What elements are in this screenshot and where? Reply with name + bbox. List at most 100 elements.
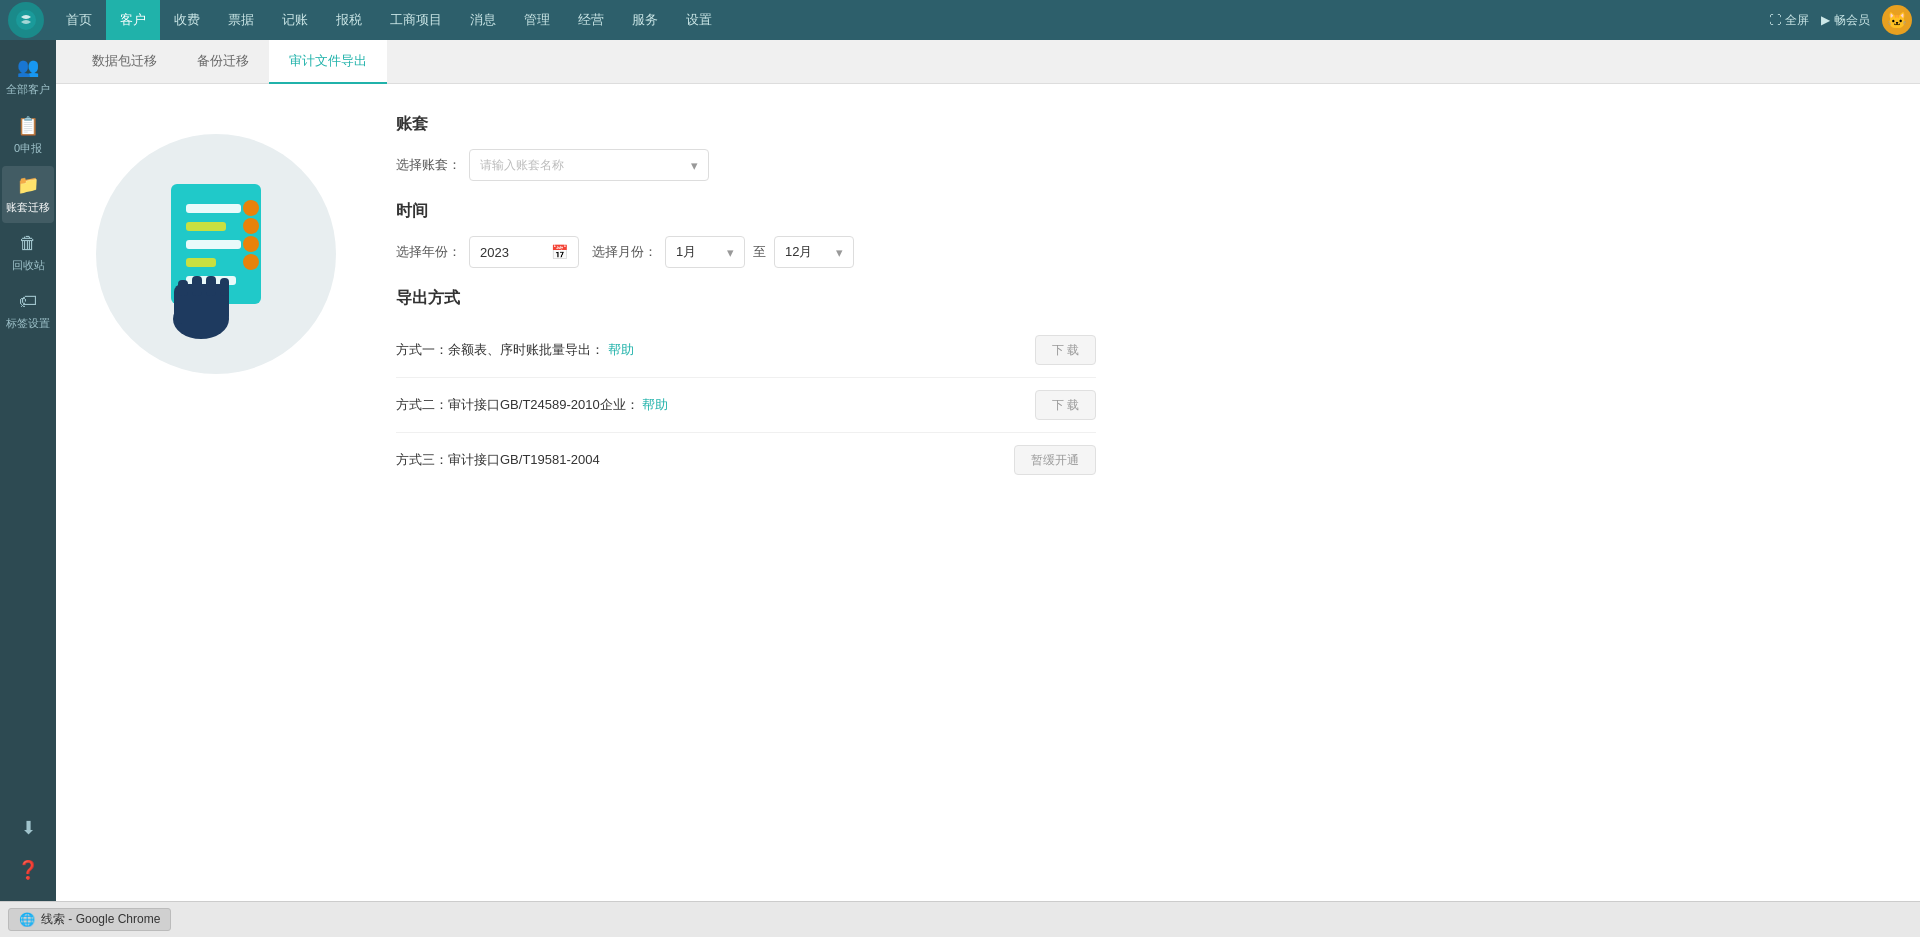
method2-download-button[interactable]: 下 载: [1035, 390, 1096, 420]
year-input[interactable]: 2023 📅: [469, 236, 579, 268]
sidebar-item-tags[interactable]: 🏷 标签设置: [2, 283, 54, 339]
tab-bar: 数据包迁移 备份迁移 审计文件导出: [56, 40, 1920, 84]
export-method-2: 方式二：审计接口GB/T24589-2010企业： 帮助 下 载: [396, 378, 1096, 433]
taskbar-chrome-label: 线索 - Google Chrome: [41, 911, 160, 928]
method1-help-link[interactable]: 帮助: [608, 342, 634, 357]
method1-download-button[interactable]: 下 载: [1035, 335, 1096, 365]
sidebar-recycle-label: 回收站: [12, 258, 45, 273]
app-logo: [8, 2, 44, 38]
nav-bookkeeping[interactable]: 记账: [268, 0, 322, 40]
to-separator: 至: [753, 243, 766, 261]
month-label: 选择月份：: [587, 243, 657, 261]
method2-help-link[interactable]: 帮助: [642, 397, 668, 412]
nav-customer[interactable]: 客户: [106, 0, 160, 40]
sidebar-tags-label: 标签设置: [6, 316, 50, 331]
sidebar-all-customers-label: 全部客户: [6, 82, 50, 97]
svg-point-8: [243, 218, 259, 234]
nav-home[interactable]: 首页: [52, 0, 106, 40]
customers-icon: 👥: [17, 56, 39, 78]
declare-icon: 📋: [17, 115, 39, 137]
account-form-row: 选择账套： 请输入账套名称 ▾: [396, 149, 1096, 181]
year-label: 选择年份：: [396, 243, 461, 261]
month-start-value: 1月: [676, 243, 696, 261]
account-label: 选择账套：: [396, 156, 461, 174]
tags-icon: 🏷: [19, 291, 37, 312]
fullscreen-button[interactable]: ⛶ 全屏: [1769, 12, 1809, 29]
export-method-1: 方式一：余额表、序时账批量导出： 帮助 下 载: [396, 323, 1096, 378]
nav-operate[interactable]: 经营: [564, 0, 618, 40]
illustration-area: [96, 114, 336, 871]
svg-rect-16: [220, 278, 229, 296]
taskbar: 🌐 线索 - Google Chrome: [0, 901, 1920, 937]
method1-text: 方式一：余额表、序时账批量导出： 帮助: [396, 341, 1035, 359]
page-content: 账套 选择账套： 请输入账套名称 ▾ 时间 选择年份： 2023 📅: [56, 84, 1920, 901]
export-section-title: 导出方式: [396, 288, 1096, 309]
method3-text: 方式三：审计接口GB/T19581-2004: [396, 451, 1014, 469]
member-button[interactable]: ▶ 畅会员: [1821, 12, 1870, 29]
month-start-chevron: ▾: [727, 245, 734, 260]
sidebar-item-zero-declare[interactable]: 📋 0申报: [2, 107, 54, 164]
time-section-title: 时间: [396, 201, 1096, 222]
nav-tax[interactable]: 报税: [322, 0, 376, 40]
nav-manage[interactable]: 管理: [510, 0, 564, 40]
nav-menu: 首页 客户 收费 票据 记账 报税 工商项目 消息 管理 经营 服务 设置: [52, 0, 726, 40]
nav-business[interactable]: 工商项目: [376, 0, 456, 40]
method2-text: 方式二：审计接口GB/T24589-2010企业： 帮助: [396, 396, 1035, 414]
svg-rect-5: [186, 258, 216, 267]
method3-open-button[interactable]: 暂缓开通: [1014, 445, 1096, 475]
migration-icon: 📁: [17, 174, 39, 196]
nav-fee[interactable]: 收费: [160, 0, 214, 40]
account-select[interactable]: 请输入账套名称 ▾: [469, 149, 709, 181]
calendar-icon: 📅: [551, 244, 568, 260]
tab-backup-migration[interactable]: 备份迁移: [177, 40, 269, 84]
month-end-value: 12月: [785, 243, 812, 261]
svg-rect-2: [186, 204, 241, 213]
month-end-select[interactable]: 12月 ▾: [774, 236, 854, 268]
left-sidebar: 👥 全部客户 📋 0申报 📁 账套迁移 🗑 回收站 🏷 标签设置 ⬇ ❓: [0, 40, 56, 901]
sidebar-bottom: ⬇ ❓: [2, 809, 54, 901]
svg-point-9: [243, 236, 259, 252]
nav-settings[interactable]: 设置: [672, 0, 726, 40]
sidebar-item-migration[interactable]: 📁 账套迁移: [2, 166, 54, 223]
download-icon: ⬇: [21, 817, 36, 839]
member-label: 畅会员: [1834, 12, 1870, 29]
tab-data-migration[interactable]: 数据包迁移: [72, 40, 177, 84]
year-value: 2023: [480, 245, 509, 260]
sidebar-zero-declare-label: 0申报: [14, 141, 42, 156]
help-icon: ❓: [17, 859, 39, 881]
form-area: 账套 选择账套： 请输入账套名称 ▾ 时间 选择年份： 2023 📅: [396, 114, 1096, 871]
svg-rect-4: [186, 240, 241, 249]
video-icon: ▶: [1821, 13, 1830, 27]
time-form-row: 选择年份： 2023 📅 选择月份： 1月 ▾ 至 12月 ▾: [396, 236, 1096, 268]
sidebar-download[interactable]: ⬇: [2, 809, 54, 847]
nav-invoice[interactable]: 票据: [214, 0, 268, 40]
sidebar-item-recycle[interactable]: 🗑 回收站: [2, 225, 54, 281]
illustration-circle: [96, 134, 336, 374]
svg-point-7: [243, 200, 259, 216]
tab-audit-export[interactable]: 审计文件导出: [269, 40, 387, 84]
svg-point-10: [243, 254, 259, 270]
nav-service[interactable]: 服务: [618, 0, 672, 40]
nav-message[interactable]: 消息: [456, 0, 510, 40]
illustration-svg: [136, 164, 296, 344]
account-select-chevron: ▾: [691, 158, 698, 173]
top-navigation: 首页 客户 收费 票据 记账 报税 工商项目 消息 管理 经营 服务 设置 ⛶ …: [0, 0, 1920, 40]
svg-rect-3: [186, 222, 226, 231]
main-layout: 👥 全部客户 📋 0申报 📁 账套迁移 🗑 回收站 🏷 标签设置 ⬇ ❓: [0, 40, 1920, 901]
month-end-chevron: ▾: [836, 245, 843, 260]
sidebar-help[interactable]: ❓: [2, 851, 54, 889]
export-method-3: 方式三：审计接口GB/T19581-2004 暂缓开通: [396, 433, 1096, 487]
fullscreen-label: 全屏: [1785, 12, 1809, 29]
svg-rect-15: [206, 276, 216, 296]
account-section-title: 账套: [396, 114, 1096, 135]
content-area: 数据包迁移 备份迁移 审计文件导出: [56, 40, 1920, 901]
sidebar-item-all-customers[interactable]: 👥 全部客户: [2, 48, 54, 105]
svg-rect-14: [192, 276, 202, 296]
recycle-icon: 🗑: [19, 233, 37, 254]
chrome-icon: 🌐: [19, 912, 35, 927]
taskbar-chrome[interactable]: 🌐 线索 - Google Chrome: [8, 908, 171, 931]
month-start-select[interactable]: 1月 ▾: [665, 236, 745, 268]
avatar[interactable]: 🐱: [1882, 5, 1912, 35]
account-placeholder: 请输入账套名称: [480, 157, 564, 174]
sidebar-migration-label: 账套迁移: [6, 200, 50, 215]
